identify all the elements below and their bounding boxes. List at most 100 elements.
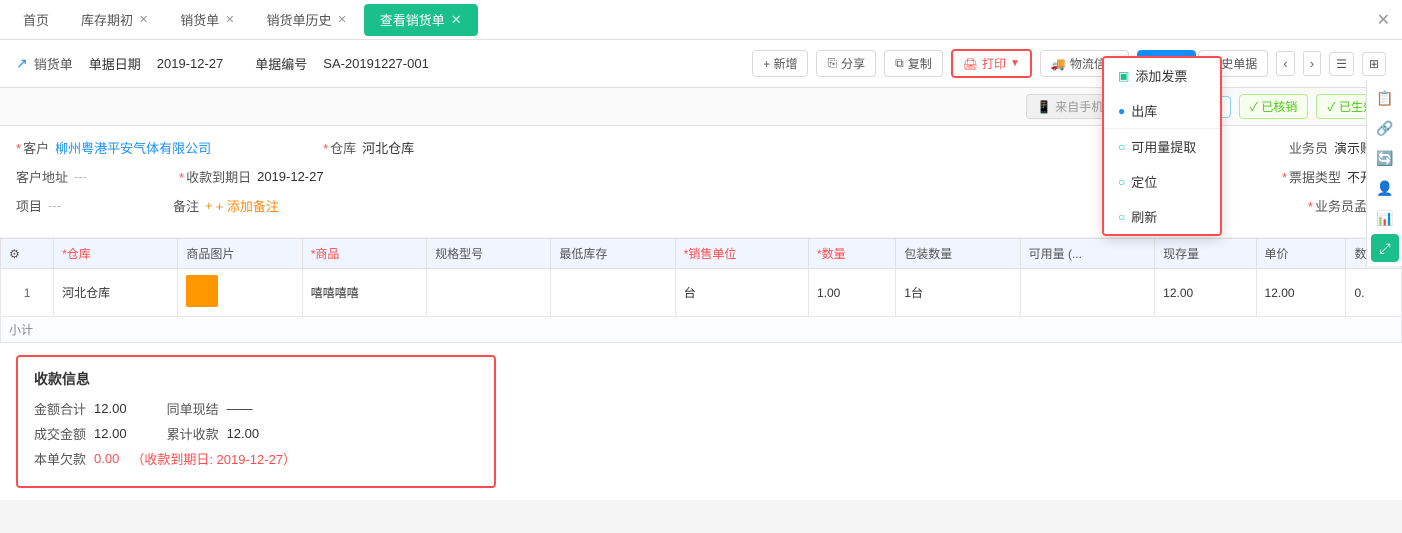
- tab-bar: 首页 库存期初 ✕ 销货单 ✕ 销货单历史 ✕ 查看销货单 ✕ ✕: [0, 0, 1402, 40]
- right-sidebar: 📋 🔗 🔄 👤 📊 ⤢: [1366, 80, 1402, 266]
- row-min-stock: [551, 269, 675, 317]
- view-toggle-grid[interactable]: ⊞: [1362, 52, 1386, 76]
- tab-sales-order[interactable]: 销货单 ✕: [165, 4, 249, 36]
- total-amount-label: 金额合计: [34, 399, 86, 418]
- row-qty: 1.00: [808, 269, 895, 317]
- tab-close-sales[interactable]: ✕: [225, 13, 234, 26]
- copy-button[interactable]: ⧉ 复制: [884, 50, 943, 77]
- outstanding-value: 0.00: [94, 451, 119, 466]
- locate-icon: ○: [1118, 175, 1125, 189]
- effective-icon: ✓: [1327, 100, 1335, 114]
- date-value: 2019-12-27: [157, 56, 224, 71]
- table-section: ⚙ *仓库 商品图片 *商品 规格型号 最低库存 *销售单位 *数量 包装数量 …: [0, 238, 1402, 343]
- number-value: SA-20191227-001: [323, 56, 429, 71]
- payment-date-value: 2019-12-27: [257, 169, 324, 184]
- sidebar-icon-link[interactable]: 🔗: [1371, 114, 1399, 142]
- cumulative-field: 累计收款 12.00: [167, 424, 260, 443]
- same-order-field: 同单现结 ——: [167, 399, 253, 418]
- sidebar-icon-clipboard[interactable]: 📋: [1371, 84, 1399, 112]
- view-toggle-list[interactable]: ☰: [1329, 52, 1354, 76]
- dropdown-locate[interactable]: ○ 定位: [1104, 164, 1220, 199]
- note-label: 备注: [173, 196, 199, 215]
- outbound-icon: ●: [1118, 104, 1125, 118]
- row-warehouse: 河北仓库: [54, 269, 178, 317]
- col-current-stock: 现存量: [1155, 239, 1256, 269]
- from-phone-btn[interactable]: 📱 来自手机: [1026, 94, 1114, 119]
- sidebar-icon-expand[interactable]: ⤢: [1371, 234, 1399, 262]
- customer-field: 客户 柳州粤港平安气体有限公司: [16, 138, 211, 157]
- row-unit-price: 12.00: [1256, 269, 1346, 317]
- address-value: ---: [74, 169, 87, 184]
- date-label: 单据日期: [89, 54, 141, 73]
- col-pkg-qty: 包装数量: [896, 239, 1020, 269]
- doc-header-left: ↗ 销货单 单据日期 2019-12-27 单据编号 SA-20191227-0…: [16, 54, 429, 73]
- operations-dropdown: ▣ 添加发票 ● 出库 ○ 可用量提取 ○ 定位 ○ 刷新: [1102, 56, 1222, 236]
- available-qty-icon: ○: [1118, 140, 1125, 154]
- print-icon: 🖨: [963, 57, 978, 71]
- subtotal-row: 小计: [1, 317, 1402, 343]
- number-label: 单据编号: [255, 54, 307, 73]
- add-note-icon: +: [205, 198, 213, 213]
- print-button[interactable]: 🖨 打印 ▼: [951, 49, 1032, 78]
- tab-home[interactable]: 首页: [8, 4, 64, 36]
- share-button[interactable]: ⎘ 分享: [816, 50, 876, 77]
- copy-icon: ⧉: [895, 56, 904, 71]
- col-warehouse: *仓库: [54, 239, 178, 269]
- row-available: [1020, 269, 1155, 317]
- row-settings[interactable]: 1: [1, 269, 54, 317]
- logistics-icon: 🚚: [1051, 57, 1066, 71]
- col-unit: *销售单位: [675, 239, 808, 269]
- dropdown-outbound[interactable]: ● 出库: [1104, 93, 1220, 128]
- new-button[interactable]: + 新增: [752, 50, 808, 77]
- payment-row-3: 本单欠款 0.00 （收款到期日: 2019-12-27）: [34, 449, 478, 468]
- note-field: 备注 + + 添加备注: [173, 196, 279, 215]
- dropdown-refresh[interactable]: ○ 刷新: [1104, 199, 1220, 234]
- tab-sales-history[interactable]: 销货单历史 ✕: [251, 4, 361, 36]
- col-min-stock: 最低库存: [551, 239, 675, 269]
- col-available: 可用量 (...: [1020, 239, 1155, 269]
- tab-view-sales[interactable]: 查看销货单 ✕: [364, 4, 478, 36]
- total-amount-field: 金额合计 12.00: [34, 399, 127, 418]
- outstanding-label: 本单欠款: [34, 449, 86, 468]
- refresh-icon: ○: [1118, 210, 1125, 224]
- col-unit-price: 单价: [1256, 239, 1346, 269]
- project-label: 项目: [16, 196, 42, 215]
- void-icon: ✓: [1250, 100, 1258, 114]
- col-settings: ⚙: [1, 239, 54, 269]
- bottom-section: 收款信息 金额合计 12.00 同单现结 —— 成交金额 12.00 累计收款: [0, 343, 1402, 500]
- close-all-tabs[interactable]: ✕: [1377, 10, 1390, 30]
- add-note-btn[interactable]: + + 添加备注: [205, 196, 279, 215]
- dropdown-add-invoice[interactable]: ▣ 添加发票: [1104, 58, 1220, 93]
- tab-close-inventory[interactable]: ✕: [139, 13, 148, 26]
- col-product: *商品: [302, 239, 426, 269]
- staff-label: 业务员: [1289, 138, 1328, 157]
- add-invoice-icon: ▣: [1118, 69, 1129, 83]
- doc-title: 销货单: [34, 54, 73, 73]
- doc-title-section: ↗ 销货单: [16, 54, 73, 73]
- row-spec: [427, 269, 551, 317]
- col-spec: 规格型号: [427, 239, 551, 269]
- salesperson-label: 业务员孟: [1308, 196, 1367, 215]
- doc-header-right: + 新增 ⎘ 分享 ⧉ 复制 🖨 打印 ▼ 🚚 物流信息 ⊞ 操作 历史单据: [752, 49, 1386, 78]
- sidebar-icon-sync[interactable]: 🔄: [1371, 144, 1399, 172]
- sidebar-icon-chart[interactable]: 📊: [1371, 204, 1399, 232]
- row-unit: 台: [675, 269, 808, 317]
- customer-value[interactable]: 柳州粤港平安气体有限公司: [55, 138, 211, 157]
- doc-info: 单据日期 2019-12-27 单据编号 SA-20191227-001: [89, 54, 429, 73]
- payment-row-1: 金额合计 12.00 同单现结 ——: [34, 399, 478, 418]
- row-product: 嘻嘻嘻嘻: [302, 269, 426, 317]
- project-value: ---: [48, 198, 61, 213]
- nav-prev[interactable]: ‹: [1276, 51, 1294, 76]
- ticket-type-label: 票据类型: [1282, 167, 1341, 186]
- voided-btn[interactable]: ✓ 已核销: [1239, 94, 1309, 119]
- tab-close-view-sales[interactable]: ✕: [451, 12, 462, 28]
- tab-close-history[interactable]: ✕: [338, 13, 347, 26]
- address-field: 客户地址 ---: [16, 167, 87, 186]
- sidebar-icon-user[interactable]: 👤: [1371, 174, 1399, 202]
- same-order-value: ——: [227, 401, 253, 416]
- sales-order-icon: ↗: [16, 55, 28, 72]
- nav-next[interactable]: ›: [1303, 51, 1321, 76]
- outstanding-field: 本单欠款 0.00 （收款到期日: 2019-12-27）: [34, 449, 296, 468]
- tab-inventory-init[interactable]: 库存期初 ✕: [66, 4, 163, 36]
- dropdown-available-qty[interactable]: ○ 可用量提取: [1104, 129, 1220, 164]
